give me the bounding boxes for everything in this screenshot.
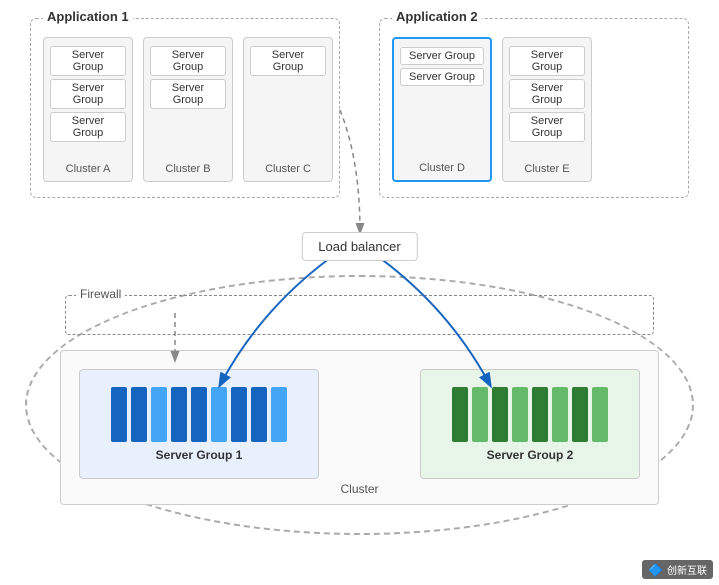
server-group-tag: Server Group (50, 112, 126, 142)
cluster-e-label: Cluster E (524, 159, 569, 175)
bar (111, 387, 127, 442)
bar (492, 387, 508, 442)
watermark: 🔷 创新互联 (642, 560, 713, 579)
bar (452, 387, 468, 442)
server-group-tag: Server Group (50, 46, 126, 76)
server-bars-blue (111, 387, 287, 442)
bar (572, 387, 588, 442)
application1-box: Application 1 Server Group Server Group … (30, 18, 340, 198)
load-balancer-box: Load balancer (301, 232, 417, 261)
server-bars-green (452, 387, 608, 442)
cluster-a-label: Cluster A (66, 159, 111, 175)
bar (131, 387, 147, 442)
cluster-c-box: Server Group Cluster C (243, 37, 333, 182)
cluster-d-box: Server Group Server Group Cluster D (392, 37, 492, 182)
server-group-tag: Server Group (250, 46, 326, 76)
bar (151, 387, 167, 442)
cluster-bottom-box: Server Group 1 Server Group 2 Cluster (60, 350, 659, 505)
load-balancer-label: Load balancer (318, 239, 400, 254)
server-group2-box: Server Group 2 (420, 369, 640, 479)
bar (231, 387, 247, 442)
cluster-d-label: Cluster D (419, 158, 465, 174)
firewall-box: Firewall (65, 295, 654, 335)
server-group-tag: Server Group (509, 79, 585, 109)
app2-label: Application 2 (392, 9, 482, 24)
bar (251, 387, 267, 442)
top-section: Application 1 Server Group Server Group … (30, 18, 689, 218)
oval-container: Firewall Server Group 1 (25, 275, 694, 535)
server-group1-label: Server Group 1 (156, 448, 243, 462)
server-group-tag: Server Group (150, 46, 226, 76)
bar (211, 387, 227, 442)
bar (271, 387, 287, 442)
cluster-a-box: Server Group Server Group Server Group C… (43, 37, 133, 182)
cluster-b-box: Server Group Server Group Cluster B (143, 37, 233, 182)
cluster-c-label: Cluster C (265, 159, 311, 175)
bar (552, 387, 568, 442)
bar (592, 387, 608, 442)
server-group-tag: Server Group (509, 46, 585, 76)
bar (191, 387, 207, 442)
application2-box: Application 2 Server Group Server Group … (379, 18, 689, 198)
cluster-bottom-label: Cluster (340, 482, 378, 496)
server-group-tag: Server Group (509, 112, 585, 142)
watermark-icon: 🔷 (648, 563, 663, 577)
app1-label: Application 1 (43, 9, 133, 24)
firewall-label: Firewall (76, 287, 125, 301)
server-group-tag: Server Group (150, 79, 226, 109)
server-group2-label: Server Group 2 (487, 448, 574, 462)
watermark-text: 创新互联 (667, 562, 707, 577)
cluster-e-box: Server Group Server Group Server Group C… (502, 37, 592, 182)
bar (532, 387, 548, 442)
server-group-tag: Server Group (400, 68, 484, 86)
main-container: Application 1 Server Group Server Group … (0, 0, 719, 585)
bar (512, 387, 528, 442)
bar (472, 387, 488, 442)
server-group-tag: Server Group (400, 47, 484, 65)
cluster-b-label: Cluster B (165, 159, 210, 175)
server-group-tag: Server Group (50, 79, 126, 109)
server-group1-box: Server Group 1 (79, 369, 319, 479)
bar (171, 387, 187, 442)
